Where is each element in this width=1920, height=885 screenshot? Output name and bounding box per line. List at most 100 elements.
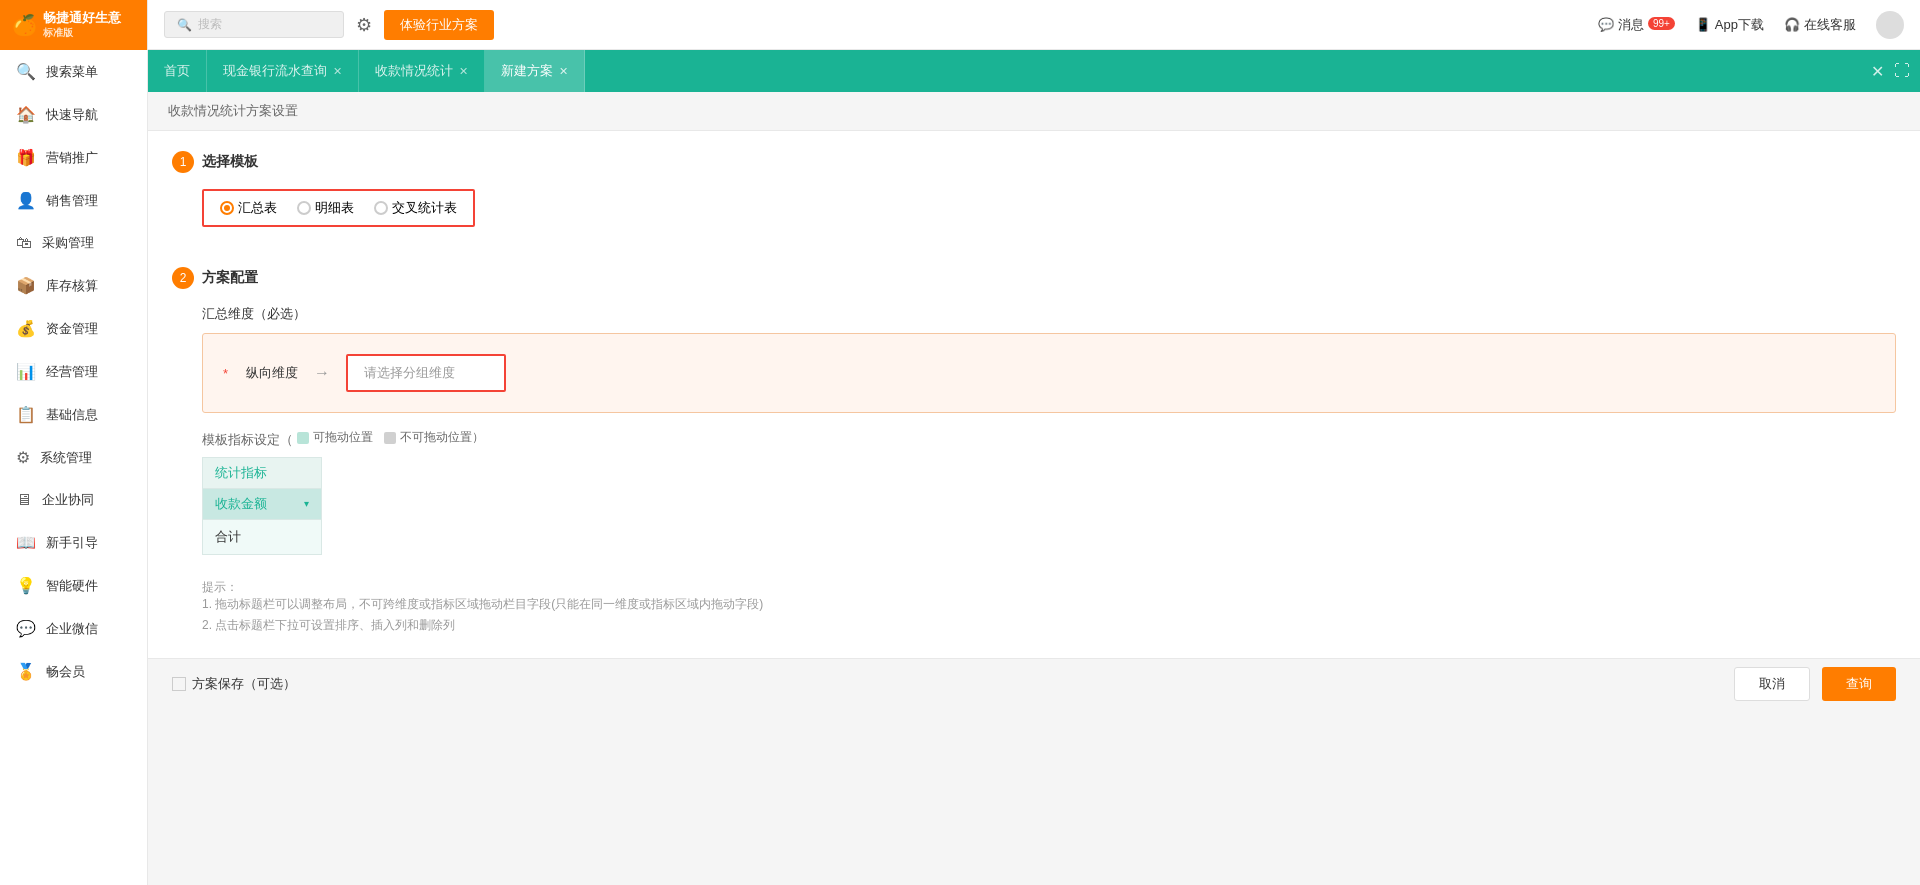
chat-icon: 💬 [16, 619, 36, 638]
sidebar-item-inventory[interactable]: 📦 库存核算 [0, 264, 147, 307]
header-right: 💬 消息 99+ 📱 App下载 🎧 在线客服 [1598, 11, 1904, 39]
gift-icon: 🎁 [16, 148, 36, 167]
radio-cross-label: 交叉统计表 [392, 199, 457, 217]
section2-num: 2 [172, 267, 194, 289]
sidebar-item-system[interactable]: ⚙ 系统管理 [0, 436, 147, 479]
section1-title: 选择模板 [202, 153, 258, 171]
sidebar-item-marketing[interactable]: 🎁 营销推广 [0, 136, 147, 179]
dim-placeholder: 请选择分组维度 [364, 365, 455, 380]
sidebar-item-label: 畅会员 [46, 663, 85, 681]
metrics-col-header[interactable]: 收款金额 ▾ [203, 489, 321, 520]
search-bar[interactable]: 🔍 搜索 [164, 11, 344, 38]
sidebar-item-hardware[interactable]: 💡 智能硬件 [0, 564, 147, 607]
search-icon: 🔍 [177, 18, 192, 32]
sidebar-item-label: 企业协同 [42, 491, 94, 509]
message-button[interactable]: 💬 消息 99+ [1598, 16, 1675, 34]
money-icon: 💰 [16, 319, 36, 338]
dim-selector[interactable]: 请选择分组维度 [346, 354, 506, 392]
close-window-icon[interactable]: ✕ [1871, 62, 1884, 81]
sidebar-item-label: 营销推广 [46, 149, 98, 167]
tab-bank-flow-close[interactable]: ✕ [333, 65, 342, 78]
tab-bar: 首页 现金银行流水查询 ✕ 收款情况统计 ✕ 新建方案 ✕ ✕ ⛶ [148, 50, 1920, 92]
radio-detail-label: 明细表 [315, 199, 354, 217]
metrics-row-total: 合计 [203, 520, 321, 554]
sidebar-item-sales[interactable]: 👤 销售管理 [0, 179, 147, 222]
medal-icon: 🏅 [16, 662, 36, 681]
message-label: 消息 [1618, 16, 1644, 34]
sidebar-item-label: 基础信息 [46, 406, 98, 424]
trial-button[interactable]: 体验行业方案 [384, 10, 494, 40]
sidebar-item-search-menu[interactable]: 🔍 搜索菜单 [0, 50, 147, 93]
radio-cross-circle [374, 201, 388, 215]
sidebar-item-member[interactable]: 🏅 畅会员 [0, 650, 147, 693]
sidebar-item-label: 经营管理 [46, 363, 98, 381]
sidebar-item-label: 资金管理 [46, 320, 98, 338]
metrics-grid: 统计指标 收款金额 ▾ 合计 [202, 457, 322, 555]
tab-new-plan-close[interactable]: ✕ [559, 65, 568, 78]
sidebar-item-basic[interactable]: 📋 基础信息 [0, 393, 147, 436]
download-button[interactable]: 📱 App下载 [1695, 16, 1764, 34]
sidebar-item-management[interactable]: 📊 经营管理 [0, 350, 147, 393]
sidebar: 🍊 畅捷通好生意 标准版 🔍 搜索菜单 🏠 快速导航 🎁 营销推广 👤 销售管理… [0, 0, 148, 885]
sidebar-logo: 🍊 畅捷通好生意 标准版 [0, 0, 147, 50]
tab-collection-stat[interactable]: 收款情况统计 ✕ [359, 50, 485, 92]
save-option: 方案保存（可选） [172, 675, 296, 693]
radio-summary-label: 汇总表 [238, 199, 277, 217]
download-icon: 📱 [1695, 17, 1711, 32]
tab-bank-flow[interactable]: 现金银行流水查询 ✕ [207, 50, 359, 92]
sidebar-item-label: 库存核算 [46, 277, 98, 295]
download-label: App下载 [1715, 16, 1764, 34]
dropdown-icon: ▾ [304, 498, 309, 509]
radio-detail[interactable]: 明细表 [297, 199, 354, 217]
service-icon: 🎧 [1784, 17, 1800, 32]
tab-collection-stat-label: 收款情况统计 [375, 62, 453, 80]
form-body: 1 选择模板 汇总表 明细表 交叉统计表 [148, 131, 1920, 658]
gear-settings-icon[interactable]: ⚙ [356, 14, 372, 36]
metrics-header-label: 统计指标 [215, 464, 267, 482]
user-avatar[interactable] [1876, 11, 1904, 39]
service-button[interactable]: 🎧 在线客服 [1784, 16, 1856, 34]
sidebar-item-label: 新手引导 [46, 534, 98, 552]
query-button[interactable]: 查询 [1822, 667, 1896, 701]
tab-new-plan-label: 新建方案 [501, 62, 553, 80]
tab-collection-stat-close[interactable]: ✕ [459, 65, 468, 78]
sidebar-item-wechat[interactable]: 💬 企业微信 [0, 607, 147, 650]
section1-header: 1 选择模板 [172, 151, 1896, 173]
cancel-button[interactable]: 取消 [1734, 667, 1810, 701]
unmovable-label: 不可拖动位置） [400, 429, 484, 446]
sidebar-item-label: 系统管理 [40, 449, 92, 467]
sidebar-item-label: 智能硬件 [46, 577, 98, 595]
metrics-section: 模板指标设定（ 可拖动位置 不可拖动位置） [202, 429, 1896, 555]
radio-summary[interactable]: 汇总表 [220, 199, 277, 217]
unmovable-dot [384, 432, 396, 444]
logo-text: 畅捷通好生意 [43, 10, 121, 26]
bulb-icon: 💡 [16, 576, 36, 595]
service-label: 在线客服 [1804, 16, 1856, 34]
page-footer: 方案保存（可选） 取消 查询 [148, 658, 1920, 710]
sidebar-item-quick-nav[interactable]: 🏠 快速导航 [0, 93, 147, 136]
page-header: 收款情况统计方案设置 [148, 92, 1920, 131]
sidebar-item-guide[interactable]: 📖 新手引导 [0, 521, 147, 564]
arrow-icon: → [314, 364, 330, 382]
user-icon: 👤 [16, 191, 36, 210]
maximize-icon[interactable]: ⛶ [1894, 62, 1910, 80]
section1-num: 1 [172, 151, 194, 173]
message-icon: 💬 [1598, 17, 1614, 32]
col-label: 收款金额 [215, 495, 267, 513]
radio-summary-circle [220, 201, 234, 215]
radio-cross[interactable]: 交叉统计表 [374, 199, 457, 217]
tab-home[interactable]: 首页 [148, 50, 207, 92]
radio-detail-circle [297, 201, 311, 215]
movable-label: 可拖动位置 [313, 429, 373, 446]
sidebar-item-purchase[interactable]: 🛍 采购管理 [0, 222, 147, 264]
unmovable-badge: 不可拖动位置） [384, 429, 484, 446]
footer-buttons: 取消 查询 [1734, 667, 1896, 701]
book-icon: 📖 [16, 533, 36, 552]
metrics-grid-header: 统计指标 [203, 458, 321, 489]
save-checkbox[interactable] [172, 677, 186, 691]
sidebar-item-enterprise[interactable]: 🖥 企业协同 [0, 479, 147, 521]
sidebar-item-label: 销售管理 [46, 192, 98, 210]
tab-new-plan[interactable]: 新建方案 ✕ [485, 50, 585, 92]
logo-icon: 🍊 [12, 13, 37, 37]
sidebar-item-capital[interactable]: 💰 资金管理 [0, 307, 147, 350]
